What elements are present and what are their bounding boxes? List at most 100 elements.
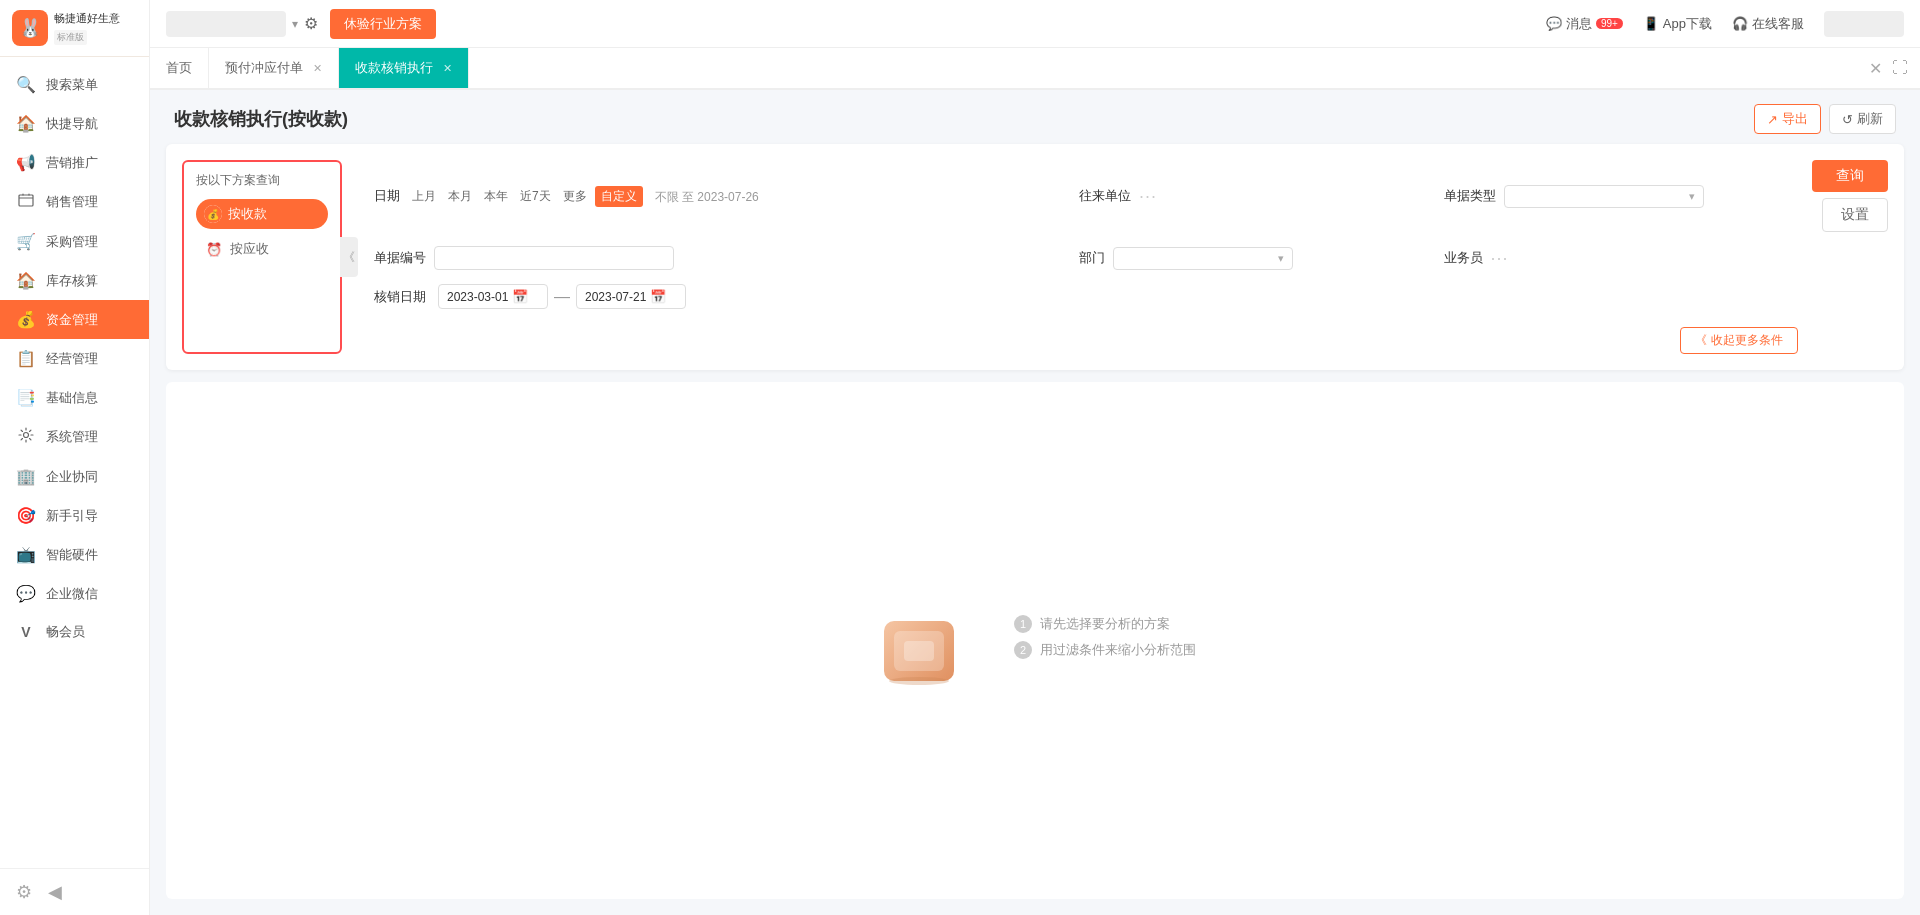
close-window-icon[interactable]: ✕	[1869, 59, 1882, 78]
sidebar-item-hardware[interactable]: 📺 智能硬件	[0, 535, 149, 574]
receipt-type-icon: 💰	[204, 205, 222, 223]
date-shortcuts: 上月 本月 本年 近7天 更多 自定义	[408, 186, 643, 207]
settings-gear-icon[interactable]: ⚙	[304, 14, 318, 33]
empty-hint-2: 2 用过滤条件来缩小分析范围	[1014, 641, 1196, 659]
home-icon: 🏠	[16, 114, 36, 133]
verify-date-end-input[interactable]: 2023-07-21 📅	[576, 284, 686, 309]
sidebar-item-system[interactable]: 系统管理	[0, 417, 149, 457]
sidebar-label-search: 搜索菜单	[46, 76, 98, 94]
dept-select[interactable]: ▾	[1113, 247, 1293, 270]
date-shortcut-7days[interactable]: 近7天	[516, 186, 555, 207]
sidebar: 🐰 畅捷通好生意 标准版 🔍 搜索菜单 🏠 快捷导航 📢 营销推广 销售管理 🛒…	[0, 0, 150, 915]
query-type-by-receipt[interactable]: 💰 按收款	[196, 199, 328, 229]
chevron-up-icon: 《	[1695, 332, 1707, 349]
tab-bar: 首页 预付冲应付单 ✕ 收款核销执行 ✕ ✕ ⛶	[150, 48, 1920, 90]
date-shortcut-last-month[interactable]: 上月	[408, 186, 440, 207]
export-label: 导出	[1782, 110, 1808, 128]
wechat-icon: 💬	[16, 584, 36, 603]
calendar-start-icon: 📅	[512, 289, 528, 304]
tab-receipt-close-icon[interactable]: ✕	[443, 62, 452, 75]
tab-home-label: 首页	[166, 59, 192, 77]
tab-receipt[interactable]: 收款核销执行 ✕	[339, 48, 469, 88]
bill-type-select[interactable]: ▾	[1504, 185, 1704, 208]
sales-icon	[16, 192, 36, 212]
settings-icon[interactable]: ⚙	[16, 881, 32, 903]
sidebar-item-operations[interactable]: 📋 经营管理	[0, 339, 149, 378]
sidebar-item-quick-nav[interactable]: 🏠 快捷导航	[0, 104, 149, 143]
main-area: ▾ ⚙ 休验行业方案 💬 消息 99+ 📱 App下载 🎧 在线客服 首页	[150, 0, 1920, 915]
setting-button[interactable]: 设置	[1822, 198, 1888, 232]
calendar-end-icon: 📅	[650, 289, 666, 304]
tab-home[interactable]: 首页	[150, 48, 209, 88]
tab-prepay[interactable]: 预付冲应付单 ✕	[209, 48, 339, 88]
sidebar-item-vip[interactable]: V 畅会员	[0, 613, 149, 651]
sidebar-item-wechat[interactable]: 💬 企业微信	[0, 574, 149, 613]
verify-end-value: 2023-07-21	[585, 290, 646, 304]
account-selector[interactable]	[166, 11, 286, 37]
collapse-sidebar-icon[interactable]: ◀	[48, 881, 62, 903]
hint-num-1: 1	[1014, 615, 1032, 633]
sidebar-item-inventory[interactable]: 🏠 库存核算	[0, 261, 149, 300]
search-icon: 🔍	[16, 75, 36, 94]
sidebar-item-search[interactable]: 🔍 搜索菜单	[0, 65, 149, 104]
sidebar-item-marketing[interactable]: 📢 营销推广	[0, 143, 149, 182]
staff-dots[interactable]: ···	[1491, 248, 1509, 269]
sidebar-item-purchase[interactable]: 🛒 采购管理	[0, 222, 149, 261]
marketing-icon: 📢	[16, 153, 36, 172]
sidebar-item-finance[interactable]: 💰 资金管理	[0, 300, 149, 339]
sidebar-label-enterprise: 企业协同	[46, 468, 98, 486]
date-shortcut-more[interactable]: 更多	[559, 186, 591, 207]
staff-label: 业务员	[1444, 249, 1483, 267]
enterprise-icon: 🏢	[16, 467, 36, 486]
purchase-icon: 🛒	[16, 232, 36, 251]
inventory-icon: 🏠	[16, 271, 36, 290]
solution-button[interactable]: 休验行业方案	[330, 9, 436, 39]
tab-prepay-close-icon[interactable]: ✕	[313, 62, 322, 75]
dropdown-arrow-icon[interactable]: ▾	[292, 17, 298, 31]
filter-panel: 按以下方案查询 💰 按收款 ⏰ 按应收 《	[166, 144, 1904, 370]
receivable-type-icon: ⏰	[204, 239, 224, 259]
filter-date-item: 日期 上月 本月 本年 近7天 更多 自定义 不限 至 20	[374, 186, 1055, 207]
date-shortcut-this-year[interactable]: 本年	[480, 186, 512, 207]
date-shortcut-custom[interactable]: 自定义	[595, 186, 643, 207]
filter-dept-item: 部门 ▾	[1079, 247, 1420, 270]
sidebar-item-basic-info[interactable]: 📑 基础信息	[0, 378, 149, 417]
collapse-more-button[interactable]: 《 收起更多条件	[1680, 327, 1798, 354]
counterpart-label: 往来单位	[1079, 187, 1131, 205]
bill-no-input[interactable]	[443, 251, 665, 265]
sidebar-label-system: 系统管理	[46, 428, 98, 446]
tab-actions: ✕ ⛶	[1857, 48, 1920, 88]
bill-no-input-wrap	[434, 246, 674, 270]
export-button[interactable]: ↗ 导出	[1754, 104, 1821, 134]
query-type-box: 按以下方案查询 💰 按收款 ⏰ 按应收 《	[182, 160, 342, 354]
sidebar-item-enterprise[interactable]: 🏢 企业协同	[0, 457, 149, 496]
filter-row-3: 核销日期 2023-03-01 📅 — 2023-07-21 📅	[374, 284, 1888, 309]
message-item[interactable]: 💬 消息 99+	[1546, 15, 1623, 33]
query-type-label: 按以下方案查询	[196, 172, 328, 189]
filter-staff-item: 业务员 ···	[1444, 248, 1785, 269]
sidebar-item-sales[interactable]: 销售管理	[0, 182, 149, 222]
collapse-more-section: 《 收起更多条件	[374, 327, 1888, 354]
online-service-item[interactable]: 🎧 在线客服	[1732, 15, 1804, 33]
sidebar-item-guide[interactable]: 🎯 新手引导	[0, 496, 149, 535]
date-shortcut-this-month[interactable]: 本月	[444, 186, 476, 207]
message-icon: 💬	[1546, 16, 1562, 31]
user-avatar[interactable]	[1824, 11, 1904, 37]
app-download-item[interactable]: 📱 App下载	[1643, 15, 1712, 33]
filter-fields: 日期 上月 本月 本年 近7天 更多 自定义 不限 至 20	[354, 160, 1888, 354]
maximize-icon[interactable]: ⛶	[1892, 59, 1908, 77]
hint-text-1: 请先选择要分析的方案	[1040, 615, 1170, 633]
system-icon	[16, 427, 36, 447]
hint-num-2: 2	[1014, 641, 1032, 659]
bill-type-arrow-icon: ▾	[1689, 190, 1695, 203]
counterpart-dots[interactable]: ···	[1139, 186, 1157, 207]
sidebar-label-sales: 销售管理	[46, 193, 98, 211]
query-button[interactable]: 查询	[1812, 160, 1888, 192]
dept-label: 部门	[1079, 249, 1105, 267]
refresh-button[interactable]: ↺ 刷新	[1829, 104, 1896, 134]
query-type-by-receivable[interactable]: ⏰ 按应收	[196, 233, 328, 265]
bill-no-label: 单据编号	[374, 249, 426, 267]
query-type-receipt-label: 按收款	[228, 205, 267, 223]
verify-date-start-input[interactable]: 2023-03-01 📅	[438, 284, 548, 309]
collapse-panel-icon[interactable]: 《	[340, 237, 358, 277]
